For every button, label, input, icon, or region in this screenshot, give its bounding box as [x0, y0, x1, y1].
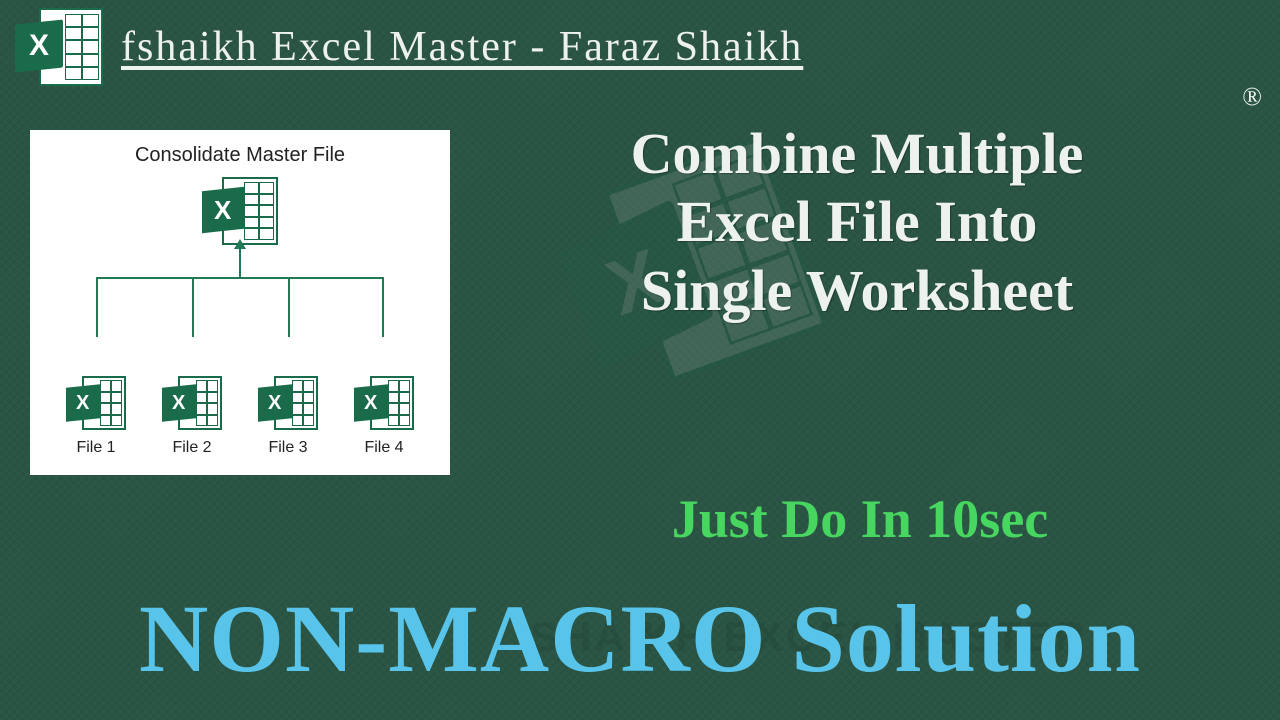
excel-icon: X	[162, 376, 222, 430]
headline-line: Single Worksheet	[462, 257, 1252, 325]
file-label: File 2	[162, 439, 222, 457]
excel-icon: X	[202, 177, 278, 245]
file-node: X File 2	[162, 376, 222, 457]
tagline: Just Do In 10sec	[540, 488, 1180, 550]
file-node: X File 3	[258, 376, 318, 457]
channel-title: fshaikh Excel Master - Faraz Shaikh	[121, 23, 803, 71]
excel-icon: X	[354, 376, 414, 430]
solution-text: NON-MACRO Solution	[0, 583, 1280, 694]
excel-icon: X	[258, 376, 318, 430]
consolidate-diagram: Consolidate Master File X X F	[30, 130, 450, 475]
excel-icon: X	[66, 376, 126, 430]
diagram-caption: Consolidate Master File	[40, 144, 440, 167]
excel-icon: X	[15, 8, 103, 86]
connectors	[40, 257, 440, 367]
headline-line: Excel File Into	[462, 188, 1252, 256]
file-label: File 3	[258, 439, 318, 457]
header: X fshaikh Excel Master - Faraz Shaikh	[15, 8, 1280, 86]
file-node: X File 4	[354, 376, 414, 457]
file-label: File 4	[354, 439, 414, 457]
file-label: File 1	[66, 439, 126, 457]
file-node: X File 1	[66, 376, 126, 457]
registered-mark: ®	[1242, 82, 1262, 112]
headline-line: Combine Multiple	[462, 120, 1252, 188]
main-headline: Combine Multiple Excel File Into Single …	[462, 120, 1252, 325]
